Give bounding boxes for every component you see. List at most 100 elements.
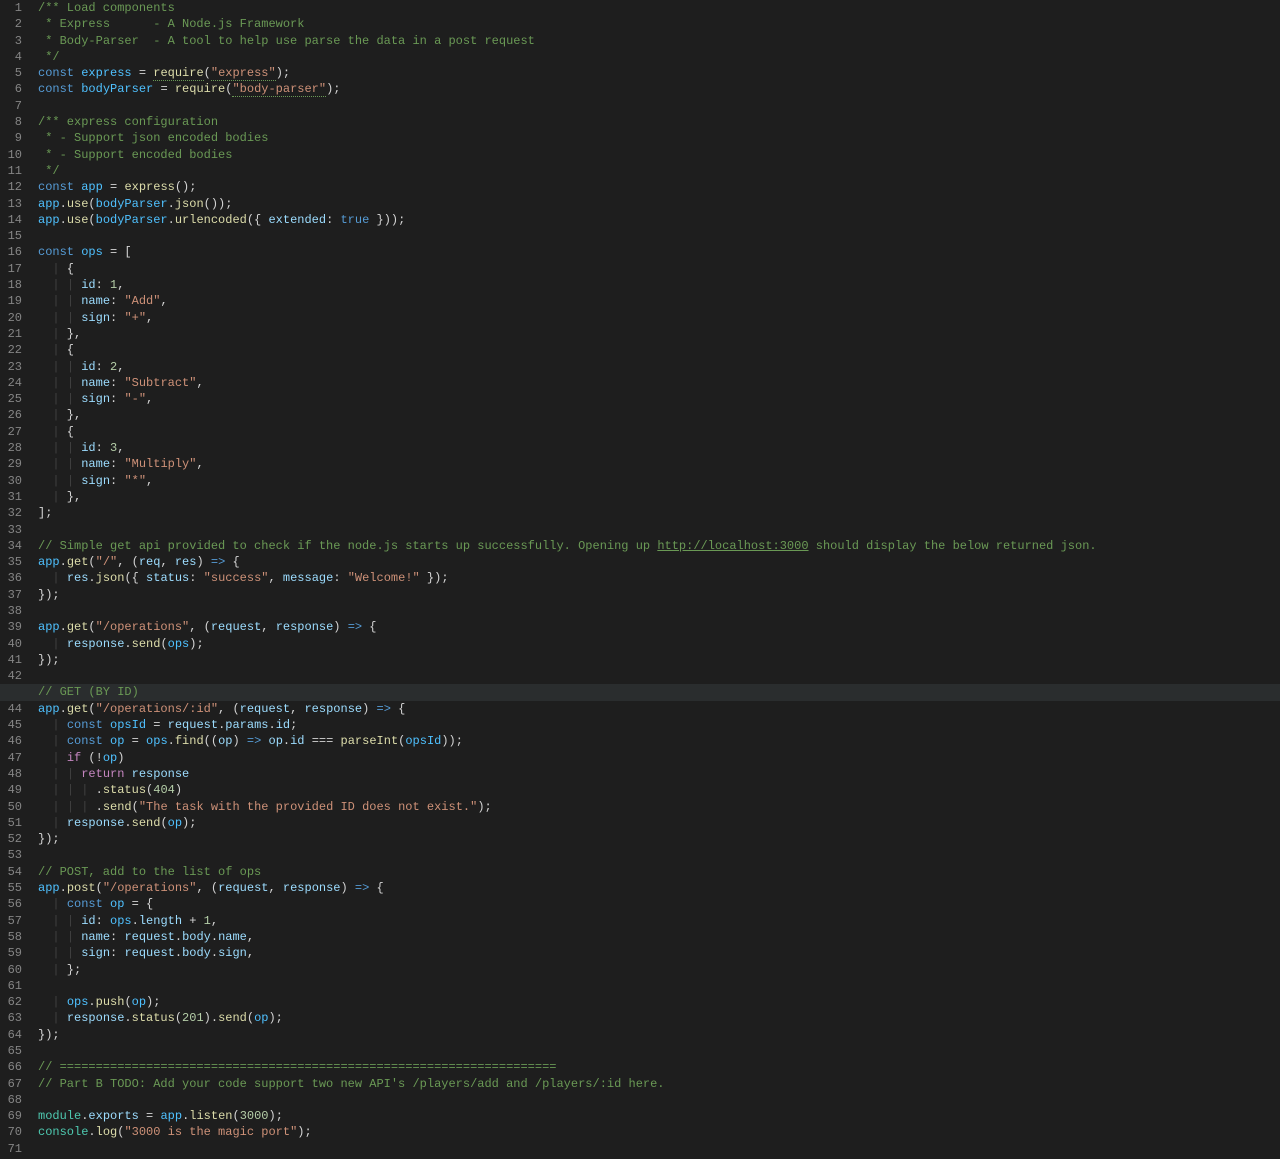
code-line[interactable]: }); [38, 1027, 1280, 1043]
code-line[interactable]: console.log("3000 is the magic port"); [38, 1124, 1280, 1140]
code-line[interactable]: | response.send(op); [38, 815, 1280, 831]
code-line[interactable]: module.exports = app.listen(3000); [38, 1108, 1280, 1124]
code-line[interactable]: | }; [38, 962, 1280, 978]
line-number: 62 [0, 994, 22, 1010]
line-number: 25 [0, 391, 22, 407]
code-line[interactable]: | | return response [38, 766, 1280, 782]
line-number: 64 [0, 1027, 22, 1043]
code-line[interactable]: app.get("/operations", (request, respons… [38, 619, 1280, 635]
line-number: 49 [0, 782, 22, 798]
code-editor[interactable]: 1234567891011121314151617181920212223242… [0, 0, 1280, 1157]
code-line[interactable]: * - Support encoded bodies [38, 147, 1280, 163]
line-number: 18 [0, 277, 22, 293]
code-line[interactable]: // GET (BY ID) [38, 684, 1280, 700]
code-line[interactable]: app.use(bodyParser.urlencoded({ extended… [38, 212, 1280, 228]
code-line[interactable]: const ops = [ [38, 244, 1280, 260]
code-line[interactable]: | { [38, 424, 1280, 440]
line-number: 16 [0, 244, 22, 260]
line-number-gutter: 1234567891011121314151617181920212223242… [0, 0, 28, 1157]
code-line[interactable]: const express = require("express"); [38, 65, 1280, 81]
line-number: 33 [0, 522, 22, 538]
line-number: 45 [0, 717, 22, 733]
code-line[interactable]: | { [38, 261, 1280, 277]
code-line[interactable]: // Simple get api provided to check if t… [38, 538, 1280, 554]
line-number: 30 [0, 473, 22, 489]
line-number: 66 [0, 1059, 22, 1075]
code-line[interactable]: // POST, add to the list of ops [38, 864, 1280, 880]
code-line[interactable]: ]; [38, 505, 1280, 521]
code-line[interactable]: | const opsId = request.params.id; [38, 717, 1280, 733]
line-number: 5 [0, 65, 22, 81]
line-number: 26 [0, 407, 22, 423]
code-line[interactable]: | | id: 3, [38, 440, 1280, 456]
code-line[interactable]: | const op = ops.find((op) => op.id === … [38, 733, 1280, 749]
code-line[interactable]: | | | .send("The task with the provided … [38, 799, 1280, 815]
code-line[interactable] [38, 978, 1280, 994]
line-number: 4 [0, 49, 22, 65]
code-line[interactable]: | response.send(ops); [38, 636, 1280, 652]
code-line[interactable]: | | sign: request.body.sign, [38, 945, 1280, 961]
code-line[interactable]: | const op = { [38, 896, 1280, 912]
code-line[interactable]: | res.json({ status: "success", message:… [38, 570, 1280, 586]
code-line[interactable] [38, 522, 1280, 538]
code-line[interactable] [38, 228, 1280, 244]
line-number: 24 [0, 375, 22, 391]
code-line[interactable]: | { [38, 342, 1280, 358]
code-line[interactable] [38, 98, 1280, 114]
code-line[interactable]: /** express configuration [38, 114, 1280, 130]
code-line[interactable]: | }, [38, 407, 1280, 423]
line-number: 41 [0, 652, 22, 668]
code-line[interactable]: | }, [38, 326, 1280, 342]
code-line[interactable]: */ [38, 49, 1280, 65]
line-number: 1 [0, 0, 22, 16]
code-line[interactable]: * Body-Parser - A tool to help use parse… [38, 33, 1280, 49]
code-line[interactable]: app.use(bodyParser.json()); [38, 196, 1280, 212]
code-line[interactable]: | response.status(201).send(op); [38, 1010, 1280, 1026]
code-line[interactable]: const app = express(); [38, 179, 1280, 195]
code-line[interactable] [38, 668, 1280, 684]
line-number: 50 [0, 799, 22, 815]
code-line[interactable]: */ [38, 163, 1280, 179]
code-line[interactable]: | }, [38, 489, 1280, 505]
code-line[interactable]: app.get("/operations/:id", (request, res… [38, 701, 1280, 717]
code-line[interactable]: }); [38, 652, 1280, 668]
code-line[interactable]: | | name: "Subtract", [38, 375, 1280, 391]
code-content[interactable]: /** Load components * Express - A Node.j… [28, 0, 1280, 1157]
code-line[interactable]: app.post("/operations", (request, respon… [38, 880, 1280, 896]
code-line[interactable] [38, 1043, 1280, 1059]
line-number: 42 [0, 668, 22, 684]
code-line[interactable]: | | id: 2, [38, 359, 1280, 375]
code-line[interactable] [38, 603, 1280, 619]
line-number: 27 [0, 424, 22, 440]
code-line[interactable]: * - Support json encoded bodies [38, 130, 1280, 146]
line-number: 20 [0, 310, 22, 326]
line-number: 35 [0, 554, 22, 570]
code-line[interactable] [38, 1092, 1280, 1108]
code-line[interactable]: | ops.push(op); [38, 994, 1280, 1010]
line-number: 8 [0, 114, 22, 130]
code-line[interactable]: | | | .status(404) [38, 782, 1280, 798]
code-line[interactable]: app.get("/", (req, res) => { [38, 554, 1280, 570]
code-line[interactable]: | | sign: "+", [38, 310, 1280, 326]
line-number: 71 [0, 1141, 22, 1157]
code-line[interactable]: | | id: 1, [38, 277, 1280, 293]
code-line[interactable] [38, 1141, 1280, 1157]
code-line[interactable]: }); [38, 587, 1280, 603]
code-line[interactable]: | | sign: "*", [38, 473, 1280, 489]
code-line[interactable]: // Part B TODO: Add your code support tw… [38, 1076, 1280, 1092]
code-line[interactable]: }); [38, 831, 1280, 847]
code-line[interactable]: // =====================================… [38, 1059, 1280, 1075]
code-line[interactable]: const bodyParser = require("body-parser"… [38, 81, 1280, 97]
code-line[interactable]: | | sign: "-", [38, 391, 1280, 407]
line-number: 15 [0, 228, 22, 244]
code-line[interactable]: | | name: "Multiply", [38, 456, 1280, 472]
code-line[interactable] [38, 847, 1280, 863]
line-number: 51 [0, 815, 22, 831]
code-line[interactable]: /** Load components [38, 0, 1280, 16]
code-line[interactable]: | | name: "Add", [38, 293, 1280, 309]
code-line[interactable]: | | name: request.body.name, [38, 929, 1280, 945]
code-line[interactable]: | | id: ops.length + 1, [38, 913, 1280, 929]
code-line[interactable]: * Express - A Node.js Framework [38, 16, 1280, 32]
line-number: 17 [0, 261, 22, 277]
code-line[interactable]: | if (!op) [38, 750, 1280, 766]
